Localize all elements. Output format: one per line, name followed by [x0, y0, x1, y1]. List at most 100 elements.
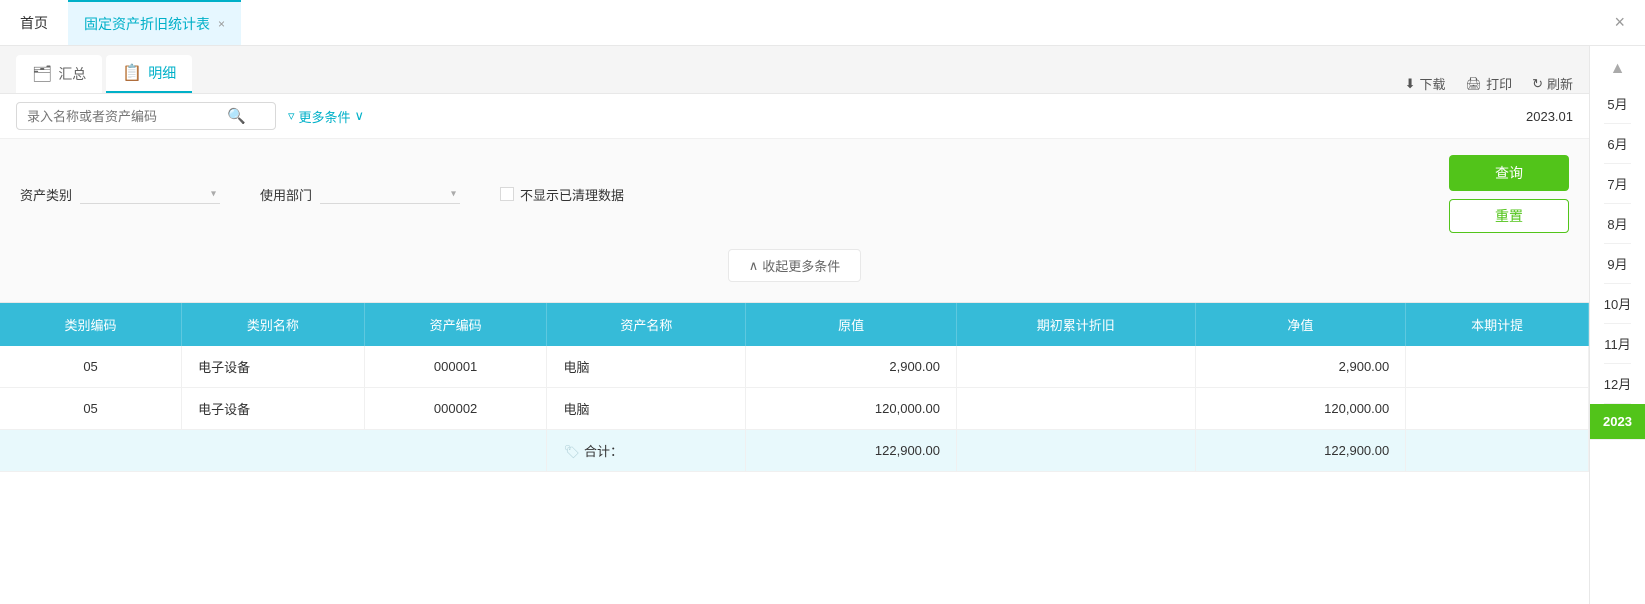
- asset-type-select[interactable]: [80, 184, 220, 204]
- table-wrap: 类别编码 类别名称 资产编码 资产名称 原值 期初累计折旧 净值 本期计提 05…: [0, 303, 1589, 604]
- collapse-area: ∧ 收起更多条件: [20, 245, 1569, 290]
- tab-detail-label: 明细: [148, 63, 176, 83]
- download-label: 下载: [1420, 74, 1446, 93]
- sidebar-month-item[interactable]: 12月: [1604, 364, 1631, 404]
- sidebar-month-item[interactable]: 9月: [1604, 244, 1631, 284]
- search-icon[interactable]: 🔍: [227, 107, 246, 125]
- main-content: 🗂 汇总 📋 明细 ⬇ 下载 🖨 打印 ↻ 刷新: [0, 46, 1645, 604]
- refresh-icon: ↻: [1532, 76, 1543, 92]
- cell-accumulated-dep: [956, 346, 1195, 388]
- search-input[interactable]: [27, 109, 227, 124]
- tab-detail[interactable]: 📋 明细: [106, 55, 192, 93]
- collapse-btn[interactable]: ∧ 收起更多条件: [728, 249, 862, 282]
- nav-tab-active[interactable]: 固定资产折旧统计表 ×: [68, 0, 241, 45]
- nav-tab-label: 固定资产折旧统计表: [84, 14, 210, 34]
- cell-net-value: 120,000.00: [1195, 388, 1406, 430]
- filter-icon: ▿: [288, 108, 295, 124]
- window-close-btn[interactable]: ×: [1594, 0, 1645, 45]
- asset-type-select-wrap[interactable]: [80, 184, 220, 204]
- table-row: 05 电子设备 000002 电脑 120,000.00 120,000.00: [0, 388, 1589, 430]
- toolbar: ⬇ 下载 🖨 打印 ↻ 刷新: [1405, 74, 1573, 93]
- left-panel: 🗂 汇总 📋 明细 ⬇ 下载 🖨 打印 ↻ 刷新: [0, 46, 1589, 604]
- tabs-row: 🗂 汇总 📋 明细 ⬇ 下载 🖨 打印 ↻ 刷新: [0, 46, 1589, 94]
- refresh-btn[interactable]: ↻ 刷新: [1532, 74, 1573, 93]
- refresh-label: 刷新: [1547, 74, 1573, 93]
- col-original-value: 原值: [746, 303, 957, 346]
- print-btn[interactable]: 🖨 打印: [1466, 74, 1513, 93]
- summary-icon: 🗂: [32, 64, 52, 84]
- top-nav: 首页 固定资产折旧统计表 × ×: [0, 0, 1645, 46]
- tab-summary[interactable]: 🗂 汇总: [16, 55, 102, 93]
- col-asset-code: 资产编码: [364, 303, 547, 346]
- col-category-code: 类别编码: [0, 303, 182, 346]
- sidebar-month-item[interactable]: 7月: [1604, 164, 1631, 204]
- reset-btn[interactable]: 重置: [1449, 199, 1569, 233]
- detail-icon: 📋: [122, 63, 142, 83]
- cell-original-value: 120,000.00: [746, 388, 957, 430]
- dept-select[interactable]: [320, 184, 460, 204]
- total-label-cell: [0, 430, 547, 472]
- table-body: 05 电子设备 000001 电脑 2,900.00 2,900.00 05 电…: [0, 346, 1589, 472]
- collapse-label: 收起更多条件: [762, 256, 840, 275]
- col-current-provision: 本期计提: [1406, 303, 1589, 346]
- query-btn[interactable]: 查询: [1449, 155, 1569, 191]
- right-sidebar: ▲ 5月6月7月8月9月10月11月12月 2023: [1589, 46, 1645, 604]
- date-display: 2023.01: [1526, 109, 1573, 124]
- total-row: 🏷合计： 122,900.00 122,900.00: [0, 430, 1589, 472]
- cell-accumulated-dep: [956, 388, 1195, 430]
- sidebar-month-item[interactable]: 6月: [1604, 124, 1631, 164]
- cell-category-code: 05: [0, 346, 182, 388]
- col-accumulated-dep: 期初累计折旧: [956, 303, 1195, 346]
- table-header: 类别编码 类别名称 资产编码 资产名称 原值 期初累计折旧 净值 本期计提: [0, 303, 1589, 346]
- search-row: 🔍 ▿ 更多条件 ∨ 2023.01: [0, 94, 1589, 139]
- dept-label: 使用部门: [260, 185, 312, 204]
- filter-panel: 资产类别 使用部门: [0, 139, 1589, 303]
- filter-asset-type: 资产类别: [20, 184, 220, 204]
- cell-category-name: 电子设备: [182, 346, 365, 388]
- cell-asset-name: 电脑: [547, 388, 746, 430]
- hide-cleared-checkbox[interactable]: [500, 187, 514, 201]
- cell-asset-code: 000002: [364, 388, 547, 430]
- total-accumulated-dep: [956, 430, 1195, 472]
- filter-row: 资产类别 使用部门: [20, 155, 1569, 233]
- download-icon: ⬇: [1405, 76, 1416, 92]
- filter-btn-label: 更多条件: [299, 107, 351, 126]
- cell-current-provision: [1406, 346, 1589, 388]
- sidebar-month-item[interactable]: 8月: [1604, 204, 1631, 244]
- collapse-up-icon: ∧: [749, 258, 759, 274]
- filter-dept: 使用部门: [260, 184, 460, 204]
- total-icon: 🏷: [563, 444, 580, 459]
- asset-type-label: 资产类别: [20, 185, 72, 204]
- cell-category-code: 05: [0, 388, 182, 430]
- more-filter-btn[interactable]: ▿ 更多条件 ∨: [288, 107, 364, 126]
- sidebar-month-item[interactable]: 10月: [1604, 284, 1631, 324]
- scroll-up-btn[interactable]: ▲: [1590, 54, 1645, 84]
- dept-select-wrap[interactable]: [320, 184, 460, 204]
- download-btn[interactable]: ⬇ 下载: [1405, 74, 1446, 93]
- total-net-value: 122,900.00: [1195, 430, 1406, 472]
- filter-actions: 查询 重置: [1449, 155, 1569, 233]
- hide-cleared-checkbox-wrap[interactable]: 不显示已清理数据: [500, 185, 624, 204]
- sidebar-month-item[interactable]: 5月: [1604, 84, 1631, 124]
- sidebar-month-item[interactable]: 11月: [1604, 324, 1631, 364]
- nav-tab-close-btn[interactable]: ×: [218, 17, 225, 31]
- table-row: 05 电子设备 000001 电脑 2,900.00 2,900.00: [0, 346, 1589, 388]
- data-table: 类别编码 类别名称 资产编码 资产名称 原值 期初累计折旧 净值 本期计提 05…: [0, 303, 1589, 472]
- col-net-value: 净值: [1195, 303, 1406, 346]
- total-label: 🏷合计：: [547, 430, 746, 472]
- col-category-name: 类别名称: [182, 303, 365, 346]
- cell-current-provision: [1406, 388, 1589, 430]
- nav-home[interactable]: 首页: [0, 0, 68, 45]
- hide-cleared-label: 不显示已清理数据: [520, 185, 624, 204]
- cell-original-value: 2,900.00: [746, 346, 957, 388]
- total-current-provision: [1406, 430, 1589, 472]
- tab-summary-label: 汇总: [58, 64, 86, 84]
- print-icon: 🖨: [1466, 76, 1483, 92]
- print-label: 打印: [1486, 74, 1512, 93]
- cell-net-value: 2,900.00: [1195, 346, 1406, 388]
- year-badge[interactable]: 2023: [1590, 404, 1645, 440]
- cell-asset-code: 000001: [364, 346, 547, 388]
- col-asset-name: 资产名称: [547, 303, 746, 346]
- search-input-wrap[interactable]: 🔍: [16, 102, 276, 130]
- month-list: 5月6月7月8月9月10月11月12月: [1604, 84, 1631, 404]
